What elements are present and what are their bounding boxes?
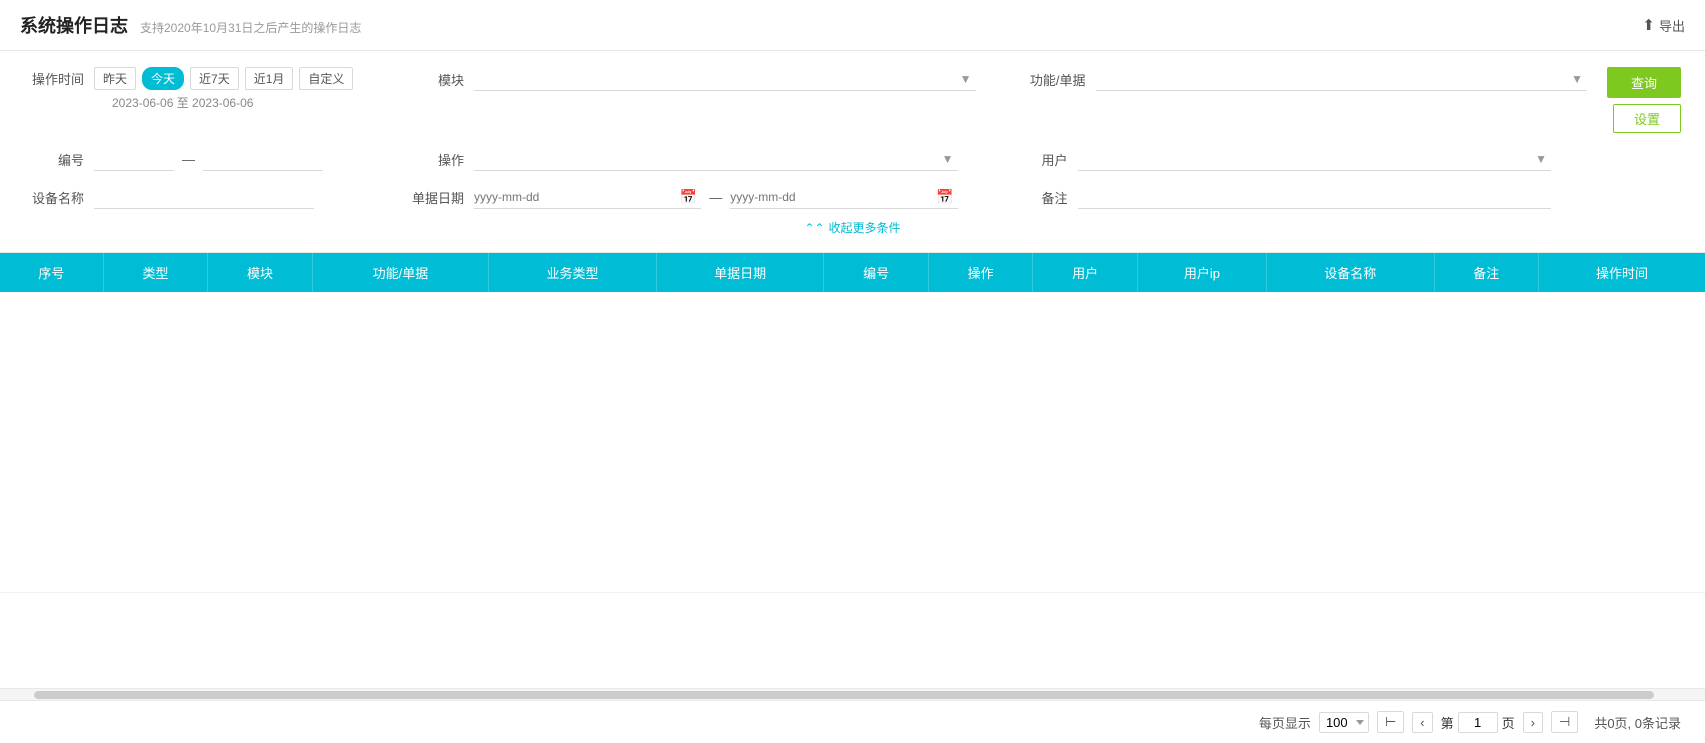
last-page-button[interactable]: ⊣ — [1551, 711, 1578, 733]
code-label: 编号 — [24, 150, 94, 169]
collapse-up-icon: ⌃⌃ — [804, 221, 824, 235]
page-subtitle: 支持2020年10月31日之后产生的操作日志 — [140, 19, 361, 36]
filter-area: 操作时间 昨天 今天 近7天 近1月 自定义 2023-06-06 至 2023… — [0, 51, 1705, 253]
time-label: 操作时间 — [24, 69, 94, 88]
next-page-button[interactable]: › — [1523, 712, 1543, 733]
col-voucher-date: 单据日期 — [656, 253, 824, 292]
col-function: 功能/单据 — [312, 253, 488, 292]
device-label: 设备名称 — [24, 188, 94, 207]
pagination: 每页显示 100 50 200 ⊢ ‹ 第 页 › ⊣ 共0页, 0条记录 — [0, 700, 1705, 743]
date-from-wrap: 📅 — [474, 186, 701, 209]
operation-select[interactable] — [474, 147, 958, 171]
operation-label: 操作 — [404, 150, 474, 169]
table-header-row: 序号 类型 模块 功能/单据 业务类型 单据日期 编号 操作 用户 用户ip 设… — [0, 253, 1705, 292]
page-number-input[interactable] — [1458, 712, 1498, 733]
page-wrapper: 系统操作日志 支持2020年10月31日之后产生的操作日志 ⬆ 导出 操作时间 … — [0, 0, 1705, 743]
col-type: 类型 — [103, 253, 207, 292]
col-module: 模块 — [208, 253, 312, 292]
module-select-wrap: ▼ — [474, 67, 976, 91]
col-remark: 备注 — [1434, 253, 1538, 292]
action-buttons: 查询 设置 — [1587, 67, 1681, 133]
module-select[interactable] — [474, 67, 976, 91]
device-input[interactable] — [94, 185, 314, 209]
data-table: 序号 类型 模块 功能/单据 业务类型 单据日期 编号 操作 用户 用户ip 设… — [0, 253, 1705, 593]
col-index: 序号 — [0, 253, 103, 292]
remark-label: 备注 — [998, 188, 1078, 207]
code-input-from[interactable] — [94, 147, 174, 171]
time-btn-today[interactable]: 今天 — [142, 67, 184, 90]
per-page-label: 每页显示 — [1259, 713, 1311, 732]
date-range-text: 2023-06-06 至 2023-06-06 — [112, 96, 253, 110]
prev-page-button[interactable]: ‹ — [1412, 712, 1432, 733]
date-from-input[interactable] — [474, 186, 701, 209]
page-number-wrap: 第 页 — [1441, 712, 1515, 733]
calendar-to-icon[interactable]: 📅 — [936, 189, 953, 206]
code-input-to[interactable] — [203, 147, 323, 171]
col-device: 设备名称 — [1266, 253, 1434, 292]
col-biz-type: 业务类型 — [489, 253, 657, 292]
page-header: 系统操作日志 支持2020年10月31日之后产生的操作日志 ⬆ 导出 — [0, 0, 1705, 51]
code-dash: — — [182, 152, 195, 167]
function-select[interactable] — [1096, 67, 1588, 91]
time-buttons: 昨天 今天 近7天 近1月 自定义 — [94, 67, 353, 90]
date-to-input[interactable] — [730, 186, 957, 209]
function-label: 功能/单据 — [1016, 70, 1096, 89]
time-btn-custom[interactable]: 自定义 — [299, 67, 353, 90]
operation-select-wrap: ▼ — [474, 147, 958, 171]
export-button[interactable]: ⬆ 导出 — [1642, 16, 1685, 35]
time-btn-7days[interactable]: 近7天 — [190, 67, 239, 90]
per-page-select[interactable]: 100 50 200 — [1319, 712, 1369, 733]
col-op-time: 操作时间 — [1539, 253, 1705, 292]
scrollbar-thumb — [34, 691, 1654, 699]
date-dash: — — [709, 190, 722, 205]
query-button[interactable]: 查询 — [1607, 67, 1681, 98]
col-user: 用户 — [1033, 253, 1137, 292]
voucher-date-label: 单据日期 — [404, 188, 474, 207]
module-label: 模块 — [404, 70, 474, 89]
col-operation: 操作 — [928, 253, 1032, 292]
user-select[interactable] — [1078, 147, 1552, 171]
collapse-bar: ⌃⌃ 收起更多条件 — [24, 219, 1681, 236]
table-wrap: 序号 类型 模块 功能/单据 业务类型 单据日期 编号 操作 用户 用户ip 设… — [0, 253, 1705, 688]
first-page-button[interactable]: ⊢ — [1377, 711, 1404, 733]
page-label: 第 — [1441, 713, 1454, 732]
user-label: 用户 — [998, 150, 1078, 169]
time-btn-1month[interactable]: 近1月 — [245, 67, 294, 90]
horizontal-scrollbar[interactable] — [0, 688, 1705, 700]
col-user-ip: 用户ip — [1137, 253, 1266, 292]
date-to-wrap: 📅 — [730, 186, 957, 209]
collapse-label: 收起更多条件 — [829, 219, 901, 236]
export-label: 导出 — [1659, 16, 1685, 35]
remark-input[interactable] — [1078, 185, 1552, 209]
page-title: 系统操作日志 — [20, 12, 128, 38]
empty-area — [0, 292, 1705, 592]
collapse-button[interactable]: ⌃⌃ 收起更多条件 — [804, 219, 900, 236]
user-select-wrap: ▼ — [1078, 147, 1552, 171]
header-left: 系统操作日志 支持2020年10月31日之后产生的操作日志 — [20, 12, 361, 38]
time-btn-yesterday[interactable]: 昨天 — [94, 67, 136, 90]
page-suffix: 页 — [1502, 713, 1515, 732]
col-code: 编号 — [824, 253, 928, 292]
settings-button[interactable]: 设置 — [1613, 104, 1681, 133]
page-total-text: 共0页, 0条记录 — [1594, 713, 1681, 732]
calendar-from-icon[interactable]: 📅 — [680, 189, 697, 206]
export-icon: ⬆ — [1642, 16, 1655, 34]
function-select-wrap: ▼ — [1096, 67, 1588, 91]
